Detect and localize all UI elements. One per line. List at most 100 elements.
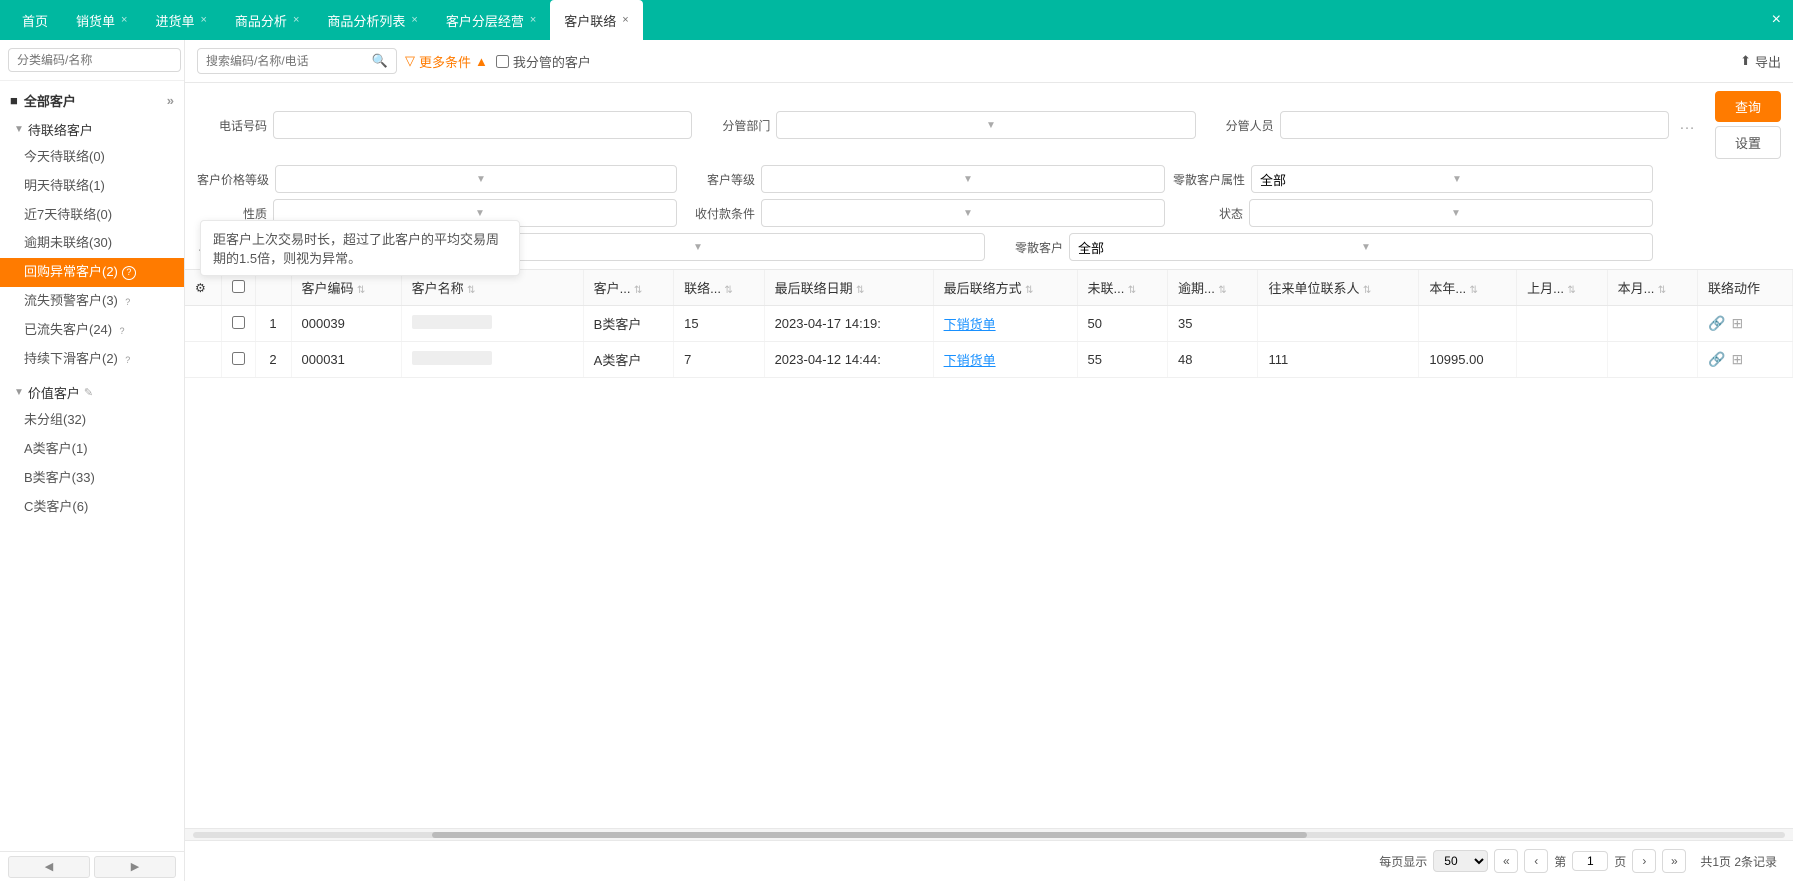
help-icon-1[interactable]: ? [122, 266, 136, 280]
link-icon-2[interactable]: 🔗 [1708, 351, 1725, 368]
sidebar-item-a-class[interactable]: A类客户(1) [0, 435, 184, 464]
my-customers-checkbox[interactable]: 我分管的客户 [496, 52, 591, 71]
th-contact[interactable]: 联络... ⇅ [674, 270, 764, 306]
td-checkbox-1[interactable] [221, 306, 255, 342]
last-page-btn[interactable]: » [1662, 849, 1686, 873]
td-checkbox-2[interactable] [221, 342, 255, 378]
nav-close-customer-contact[interactable]: × [622, 14, 628, 26]
th-contact2[interactable]: 往来单位联系人 ⇅ [1258, 270, 1419, 306]
customer-grade-select[interactable]: ▼ [761, 165, 1165, 193]
manager-input[interactable] [1280, 111, 1669, 139]
sidebar-item-c-class[interactable]: C类客户(6) [0, 493, 184, 522]
row-checkbox-2[interactable] [232, 352, 245, 365]
td-this-month-2 [1607, 342, 1697, 378]
query-button[interactable]: 查询 [1715, 91, 1781, 122]
search-icon[interactable]: 🔍 [372, 53, 388, 69]
next-page-btn[interactable]: › [1632, 849, 1656, 873]
nav-close-customer-tier[interactable]: × [530, 14, 536, 26]
my-customers-check[interactable] [496, 55, 509, 68]
chevron-down-icon-3: ▼ [963, 174, 1156, 185]
th-this-month[interactable]: 本月... ⇅ [1607, 270, 1697, 306]
nav-close-purchase[interactable]: × [200, 14, 206, 26]
sidebar-item-ungroup[interactable]: 未分组(32) [0, 406, 184, 435]
more-conditions-btn[interactable]: ▽ 更多条件 ▲ [405, 52, 488, 71]
row-checkbox-1[interactable] [232, 316, 245, 329]
window-close-button[interactable]: × [1772, 11, 1781, 29]
sidebar-item-repurchase-abnormal[interactable]: 回购异常客户(2) ? [0, 258, 184, 287]
tooltip-box: 距客户上次交易时长，超过了此客户的平均交易周期的1.5倍，则视为异常。 [200, 220, 520, 276]
price-grade-select[interactable]: ▼ [275, 165, 677, 193]
filter-status: 状态 ▼ [1173, 199, 1653, 227]
td-this-month-1 [1607, 306, 1697, 342]
th-unread[interactable]: 未联... ⇅ [1077, 270, 1167, 306]
grid-icon-2[interactable]: ⊞ [1731, 351, 1743, 368]
retail-attr-select[interactable]: 全部 ▼ [1251, 165, 1653, 193]
nav-item-customer-contact[interactable]: 客户联络 × [550, 0, 642, 40]
payment-select[interactable]: ▼ [761, 199, 1165, 227]
nav-close-analysis-list[interactable]: × [411, 14, 417, 26]
th-type[interactable]: 客户... ⇅ [583, 270, 673, 306]
nav-item-customer-tier[interactable]: 客户分层经营 × [432, 0, 550, 40]
chevron-down-icon-7: ▼ [1451, 208, 1644, 219]
nav-item-sales[interactable]: 销货单 × [62, 0, 141, 40]
th-last-date[interactable]: 最后联络日期 ⇅ [764, 270, 933, 306]
td-last-method-1[interactable]: 下销货单 [933, 306, 1077, 342]
page-size-select[interactable]: 50 20 100 [1433, 850, 1488, 872]
sort-icon-this-month: ⇅ [1658, 285, 1666, 296]
th-overdue[interactable]: 逾期... ⇅ [1168, 270, 1258, 306]
grid-icon-1[interactable]: ⊞ [1731, 315, 1743, 332]
table-area[interactable]: ⚙ 客户编码 ⇅ 客户名称 ⇅ [185, 270, 1793, 828]
nav-item-analysis[interactable]: 商品分析 × [221, 0, 313, 40]
nav-item-home[interactable]: 首页 [8, 0, 62, 40]
sidebar-collapse-icon[interactable]: » [167, 93, 174, 108]
scrollbar-thumb[interactable] [432, 832, 1308, 838]
td-last-method-2[interactable]: 下销货单 [933, 342, 1077, 378]
action-icons-1: 🔗 ⊞ [1708, 315, 1782, 332]
help-icon-3[interactable]: ? [119, 326, 124, 336]
chevron-down-icon-9: ▼ [1361, 242, 1644, 253]
status-select[interactable]: ▼ [1249, 199, 1653, 227]
retail-customer-select[interactable]: 全部 ▼ [1069, 233, 1653, 261]
select-all-checkbox[interactable] [232, 280, 245, 293]
sidebar-all-customers[interactable]: ■ 全部客户 » [0, 85, 184, 116]
phone-input[interactable] [273, 111, 692, 139]
sidebar-item-7days[interactable]: 近7天待联络(0) [0, 201, 184, 230]
td-settings-1 [185, 306, 221, 342]
nav-close-sales[interactable]: × [121, 14, 127, 26]
sidebar-bottom-right[interactable]: ▶ [94, 856, 176, 878]
th-last-method[interactable]: 最后联络方式 ⇅ [933, 270, 1077, 306]
nav-close-analysis[interactable]: × [293, 14, 299, 26]
th-this-year[interactable]: 本年... ⇅ [1419, 270, 1517, 306]
sidebar-item-churn-warning[interactable]: 流失预警客户(3) ? [0, 287, 184, 316]
nav-item-purchase[interactable]: 进货单 × [141, 0, 220, 40]
filter-retail-attr: 零散客户属性 全部 ▼ [1173, 165, 1653, 193]
set-button[interactable]: 设置 [1715, 126, 1781, 159]
help-icon-2[interactable]: ? [125, 297, 130, 307]
manager-more-icon[interactable]: … [1675, 116, 1699, 134]
sidebar-section-pending[interactable]: ▼ 待联络客户 [0, 116, 184, 143]
horizontal-scrollbar[interactable] [185, 828, 1793, 840]
nav-item-analysis-list[interactable]: 商品分析列表 × [313, 0, 431, 40]
sidebar-item-churned[interactable]: 已流失客户(24) ? [0, 316, 184, 345]
filter-action-buttons: 查询 设置 [1715, 91, 1781, 159]
table-row: 1 000039 B类客户 15 [185, 306, 1793, 342]
th-last-month[interactable]: 上月... ⇅ [1517, 270, 1607, 306]
sidebar-item-overdue[interactable]: 逾期未联络(30) [0, 229, 184, 258]
dept-select[interactable]: ▼ [776, 111, 1195, 139]
edit-icon[interactable]: ✎ [84, 386, 93, 399]
link-icon-1[interactable]: 🔗 [1708, 315, 1725, 332]
sidebar-section-value[interactable]: ▼ 价值客户 ✎ [0, 379, 184, 406]
content-area: 🔍 ▽ 更多条件 ▲ 我分管的客户 ⬆ 导出 电话号码 [185, 40, 1793, 881]
sidebar-item-b-class[interactable]: B类客户(33) [0, 464, 184, 493]
first-page-btn[interactable]: « [1494, 849, 1518, 873]
sidebar-item-tomorrow[interactable]: 明天待联络(1) [0, 172, 184, 201]
sidebar-item-today[interactable]: 今天待联络(0) [0, 143, 184, 172]
sidebar-item-declining[interactable]: 持续下滑客户(2) ? [0, 345, 184, 374]
prev-page-btn[interactable]: ‹ [1524, 849, 1548, 873]
sidebar-bottom-left[interactable]: ◀ [8, 856, 90, 878]
page-input[interactable] [1572, 851, 1608, 871]
export-btn[interactable]: ⬆ 导出 [1740, 52, 1781, 71]
customer-search-input[interactable] [206, 54, 368, 68]
help-icon-4[interactable]: ? [125, 355, 130, 365]
category-search-input[interactable] [8, 48, 181, 72]
